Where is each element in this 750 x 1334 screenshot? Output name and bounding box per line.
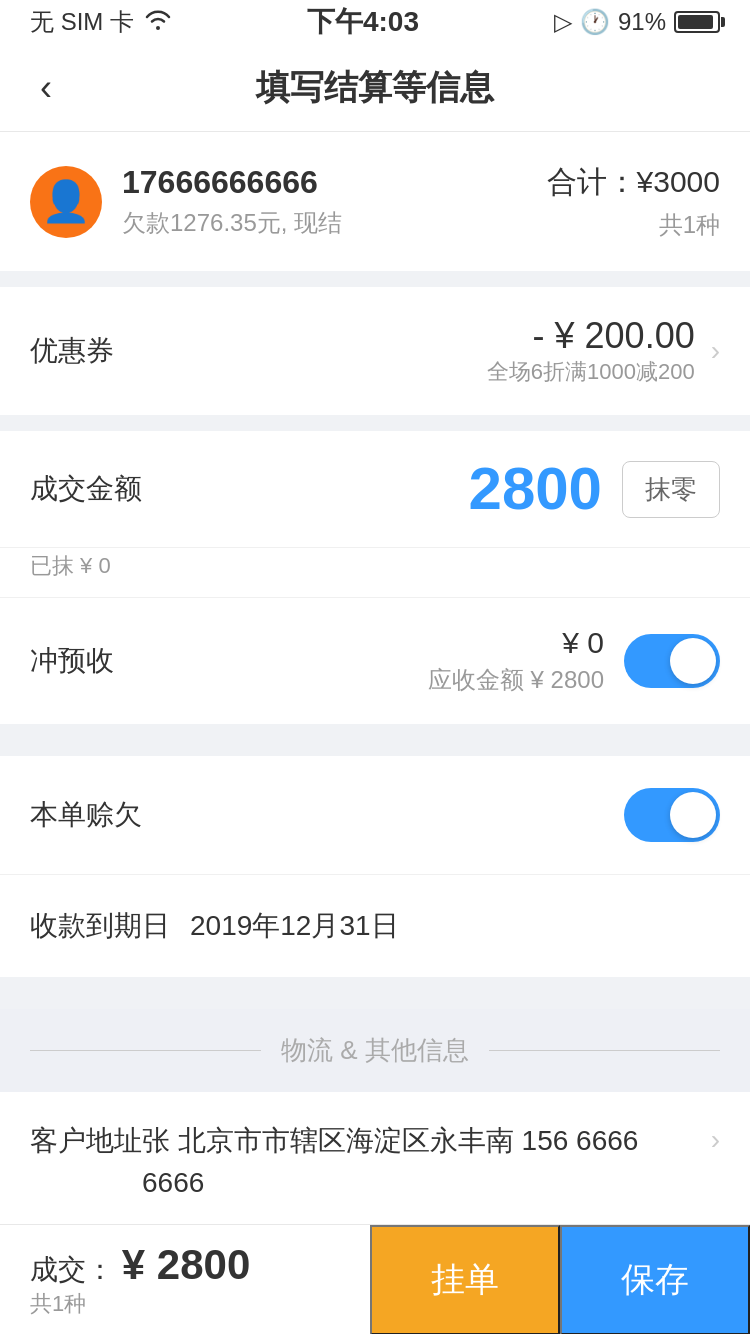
alarm-icon: 🕐	[580, 8, 610, 36]
coupon-section: 优惠券 - ¥ 200.00 全场6折满1000减200 ›	[0, 287, 750, 415]
status-bar: 无 SIM 卡 下午4:03 ▷ 🕐 91%	[0, 0, 750, 44]
avatar-icon: 👤	[41, 178, 91, 225]
address-chevron-icon: ›	[711, 1124, 720, 1156]
coupon-value: - ¥ 200.00 全场6折满1000减200	[150, 315, 695, 387]
location-icon: ▷	[554, 8, 572, 36]
deal-amount-label: 成交金额	[30, 470, 142, 508]
status-time: 下午4:03	[307, 3, 419, 41]
order-total: 合计：¥3000	[547, 162, 720, 203]
save-button[interactable]: 保存	[560, 1225, 750, 1335]
bottom-deal-label-line: 成交： ¥ 2800	[30, 1241, 340, 1289]
bottom-deal-count: 共1种	[30, 1289, 340, 1319]
status-left: 无 SIM 卡	[30, 6, 172, 38]
deal-amount-value-group: 2800	[469, 459, 602, 519]
debt-label: 本单赊欠	[30, 796, 604, 834]
main-content: 👤 17666666666 欠款1276.35元, 现结 合计：¥3000 共1…	[0, 132, 750, 1334]
debt-toggle-thumb	[670, 792, 716, 838]
logistics-section-label: 物流 & 其他信息	[261, 1033, 489, 1068]
coupon-label: 优惠券	[30, 332, 150, 370]
bottom-deal-amount: ¥ 2800	[122, 1241, 250, 1288]
flush-right: ¥ 0 应收金额 ¥ 2800	[428, 626, 604, 696]
debt-toggle[interactable]	[624, 788, 720, 842]
pending-button[interactable]: 挂单	[370, 1225, 560, 1335]
due-date-label: 收款到期日	[30, 907, 170, 945]
order-count: 共1种	[547, 209, 720, 241]
logistics-line-left	[30, 1050, 261, 1051]
coupon-sub: 全场6折满1000减200	[150, 357, 695, 387]
status-right: ▷ 🕐 91%	[554, 8, 720, 36]
customer-debt-status: 欠款1276.35元, 现结	[122, 207, 547, 239]
deal-sub-text: 已抹 ¥ 0	[30, 553, 111, 578]
customer-phone: 17666666666	[122, 164, 547, 201]
coupon-row[interactable]: 优惠券 - ¥ 200.00 全场6折满1000减200 ›	[0, 287, 750, 415]
deal-section: 成交金额 2800 抹零 已抹 ¥ 0 冲预收 ¥ 0 应收金额 ¥ 2800	[0, 431, 750, 724]
order-summary: 合计：¥3000 共1种	[547, 162, 720, 241]
due-date-value: 2019年12月31日	[190, 907, 399, 945]
section-divider-1	[0, 740, 750, 756]
customer-details: 17666666666 欠款1276.35元, 现结	[122, 164, 547, 239]
battery-percent: 91%	[618, 8, 666, 36]
debt-row: 本单赊欠	[0, 756, 750, 875]
section-divider-2	[0, 993, 750, 1009]
address-value: 张 北京市市辖区海淀区永丰南 156 6666 6666	[142, 1120, 701, 1204]
flush-toggle-thumb	[670, 638, 716, 684]
address-row[interactable]: 客户地址 张 北京市市辖区海淀区永丰南 156 6666 6666 ›	[0, 1092, 750, 1232]
flush-label: 冲预收	[30, 642, 114, 680]
logistics-divider: 物流 & 其他信息	[0, 1009, 750, 1092]
logistics-line-right	[489, 1050, 720, 1051]
back-button[interactable]: ‹	[30, 57, 62, 119]
wifi-icon	[144, 8, 172, 36]
due-date-row: 收款到期日 2019年12月31日	[0, 875, 750, 977]
round-button[interactable]: 抹零	[622, 461, 720, 518]
battery-icon	[674, 11, 720, 33]
customer-info-section: 👤 17666666666 欠款1276.35元, 现结 合计：¥3000 共1…	[0, 132, 750, 271]
sim-text: 无 SIM 卡	[30, 6, 134, 38]
address-label: 客户地址	[30, 1122, 142, 1160]
coupon-amount: - ¥ 200.00	[150, 315, 695, 357]
avatar: 👤	[30, 166, 102, 238]
deal-amount-number[interactable]: 2800	[469, 455, 602, 522]
flush-row: 冲预收 ¥ 0 应收金额 ¥ 2800	[0, 598, 750, 724]
flush-amount: ¥ 0	[428, 626, 604, 660]
page-title: 填写结算等信息	[256, 65, 494, 111]
coupon-chevron-icon: ›	[711, 335, 720, 367]
bottom-deal-label: 成交：	[30, 1254, 114, 1285]
debt-section: 本单赊欠 收款到期日 2019年12月31日	[0, 756, 750, 977]
nav-bar: ‹ 填写结算等信息	[0, 44, 750, 132]
flush-sub: 应收金额 ¥ 2800	[428, 664, 604, 696]
bottom-bar: 成交： ¥ 2800 共1种 挂单 保存	[0, 1224, 750, 1334]
bottom-deal-info: 成交： ¥ 2800 共1种	[0, 1241, 370, 1319]
flush-toggle[interactable]	[624, 634, 720, 688]
deal-amount-row: 成交金额 2800 抹零	[0, 431, 750, 548]
